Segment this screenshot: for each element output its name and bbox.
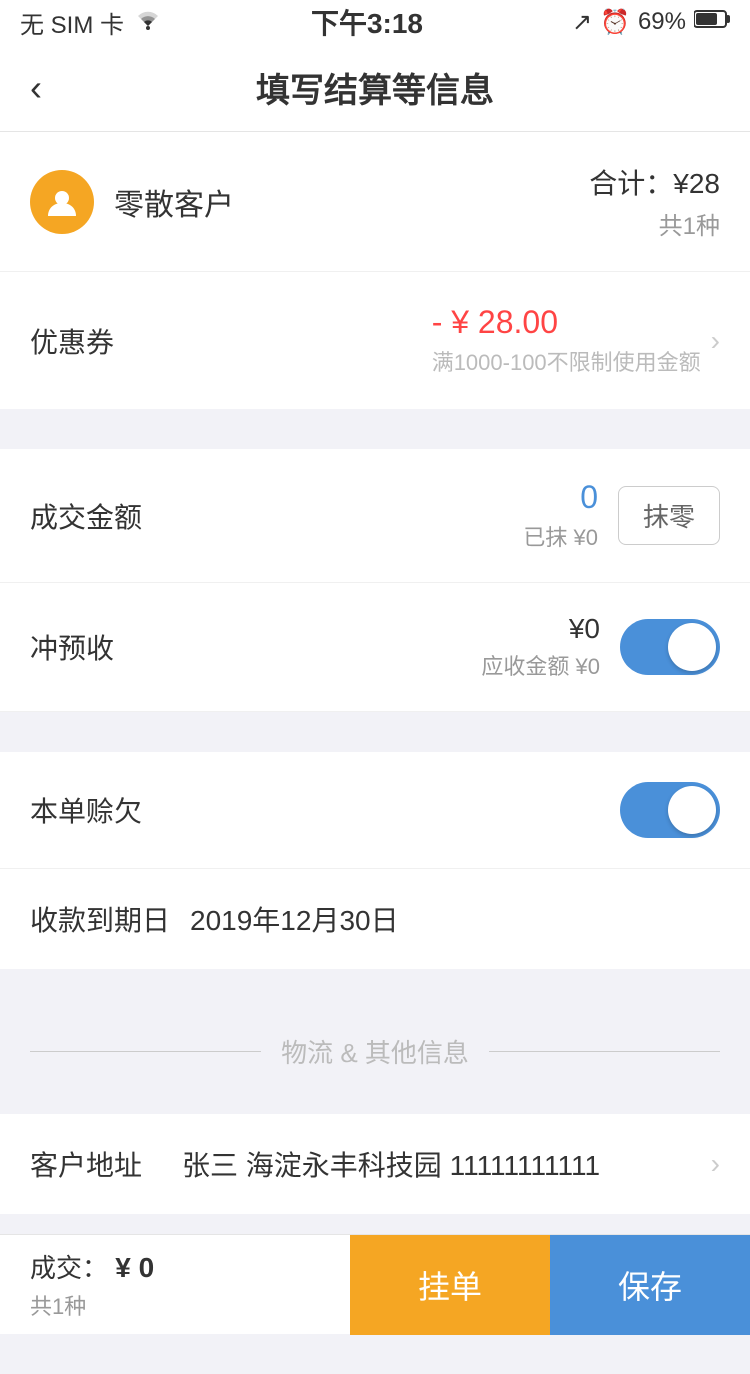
deal-amount-value: 0 [523,479,598,516]
coupon-discount: - ¥ 28.00 [432,304,701,341]
coupon-chevron-icon: › [711,325,720,357]
coupon-desc: 满1000-100不限制使用金额 [432,345,701,377]
customer-right: 合计：¥28 共1种 [589,162,720,241]
section-divider-3 [0,989,750,1009]
battery-text: 69% [638,8,686,36]
due-date-label: 收款到期日 [30,899,170,939]
location-icon: ↗ [572,8,592,37]
debit-toggle[interactable] [620,782,720,838]
logistics-divider: 物流 & 其他信息 [30,1033,720,1070]
bottom-count: 共1种 [30,1289,320,1321]
round-zero-button[interactable]: 抹零 [618,486,720,545]
carrier-text: 无 SIM 卡 [20,5,124,40]
address-value: 张三 海淀永丰科技园 11111111111 [162,1144,691,1184]
address-chevron-icon: › [711,1148,720,1180]
debit-label: 本单赊欠 [30,790,142,830]
deal-amount-right: 0 已抹 ¥0 抹零 [523,479,720,552]
logistics-label: 物流 & 其他信息 [281,1033,469,1070]
section-divider-1 [0,429,750,449]
status-right: ↗ ⏰ 69% [572,8,730,37]
content: 零散客户 合计：¥28 共1种 优惠券 - ¥ 28.00 满1000-100不… [0,132,750,1374]
total-amount: 合计：¥28 [589,162,720,202]
customer-left: 零散客户 [30,170,234,234]
customer-avatar [30,170,94,234]
deal-amount-sub: 已抹 ¥0 [523,520,598,552]
debit-row: 本单赊欠 [0,752,750,868]
logistics-line-left [30,1051,261,1052]
due-date-value: 2019年12月30日 [190,899,399,939]
debit-toggle-knob [668,786,716,834]
prepay-sub: 应收金额 ¥0 [481,649,600,681]
prepay-toggle[interactable] [620,619,720,675]
deal-amount-section: 成交金额 0 已抹 ¥0 抹零 冲预收 ¥0 应收金额 ¥0 [0,449,750,712]
prepay-value: ¥0 [481,613,600,645]
prepay-label: 冲预收 [30,627,114,667]
status-time: 下午3:18 [311,2,423,42]
deal-amount-row: 成交金额 0 已抹 ¥0 抹零 [0,449,750,583]
battery-icon [694,8,730,36]
alarm-icon: ⏰ [600,8,630,37]
back-button[interactable]: ‹ [30,67,42,109]
prepay-toggle-knob [668,623,716,671]
bottom-deal-amount: ¥ 0 [115,1252,154,1283]
bottom-deal-row: 成交： ¥ 0 [30,1248,320,1285]
nav-bar: ‹ 填写结算等信息 [0,44,750,132]
debit-section: 本单赊欠 收款到期日 2019年12月30日 [0,752,750,969]
prepay-row: 冲预收 ¥0 应收金额 ¥0 [0,583,750,712]
bottom-bar: 成交： ¥ 0 共1种 挂单 保存 [0,1234,750,1334]
bottom-info: 成交： ¥ 0 共1种 [0,1248,350,1321]
section-divider-2 [0,732,750,752]
section-divider-4 [0,1094,750,1114]
address-section: 客户地址 张三 海淀永丰科技园 11111111111 › [0,1114,750,1214]
customer-section: 零散客户 合计：¥28 共1种 优惠券 - ¥ 28.00 满1000-100不… [0,132,750,409]
logistics-line-right [489,1051,720,1052]
logistics-section: 物流 & 其他信息 [0,1009,750,1094]
bottom-deal-label: 成交： [30,1253,108,1283]
coupon-row[interactable]: 优惠券 - ¥ 28.00 满1000-100不限制使用金额 › [0,271,750,409]
coupon-label: 优惠券 [30,321,114,361]
status-left: 无 SIM 卡 [20,5,162,40]
wifi-icon [134,8,162,37]
address-row[interactable]: 客户地址 张三 海淀永丰科技园 11111111111 › [0,1114,750,1214]
customer-name: 零散客户 [114,180,234,224]
deal-amount-label: 成交金额 [30,496,142,536]
prepay-right: ¥0 应收金额 ¥0 [481,613,720,681]
customer-row: 零散客户 合计：¥28 共1种 [0,132,750,271]
pending-button[interactable]: 挂单 [350,1235,550,1335]
total-count: 共1种 [589,206,720,241]
coupon-right: - ¥ 28.00 满1000-100不限制使用金额 › [432,304,720,377]
address-label: 客户地址 [30,1144,142,1184]
page-title: 填写结算等信息 [256,63,494,112]
save-button[interactable]: 保存 [550,1235,750,1335]
status-bar: 无 SIM 卡 下午3:18 ↗ ⏰ 69% [0,0,750,44]
due-date-row: 收款到期日 2019年12月30日 [0,868,750,969]
